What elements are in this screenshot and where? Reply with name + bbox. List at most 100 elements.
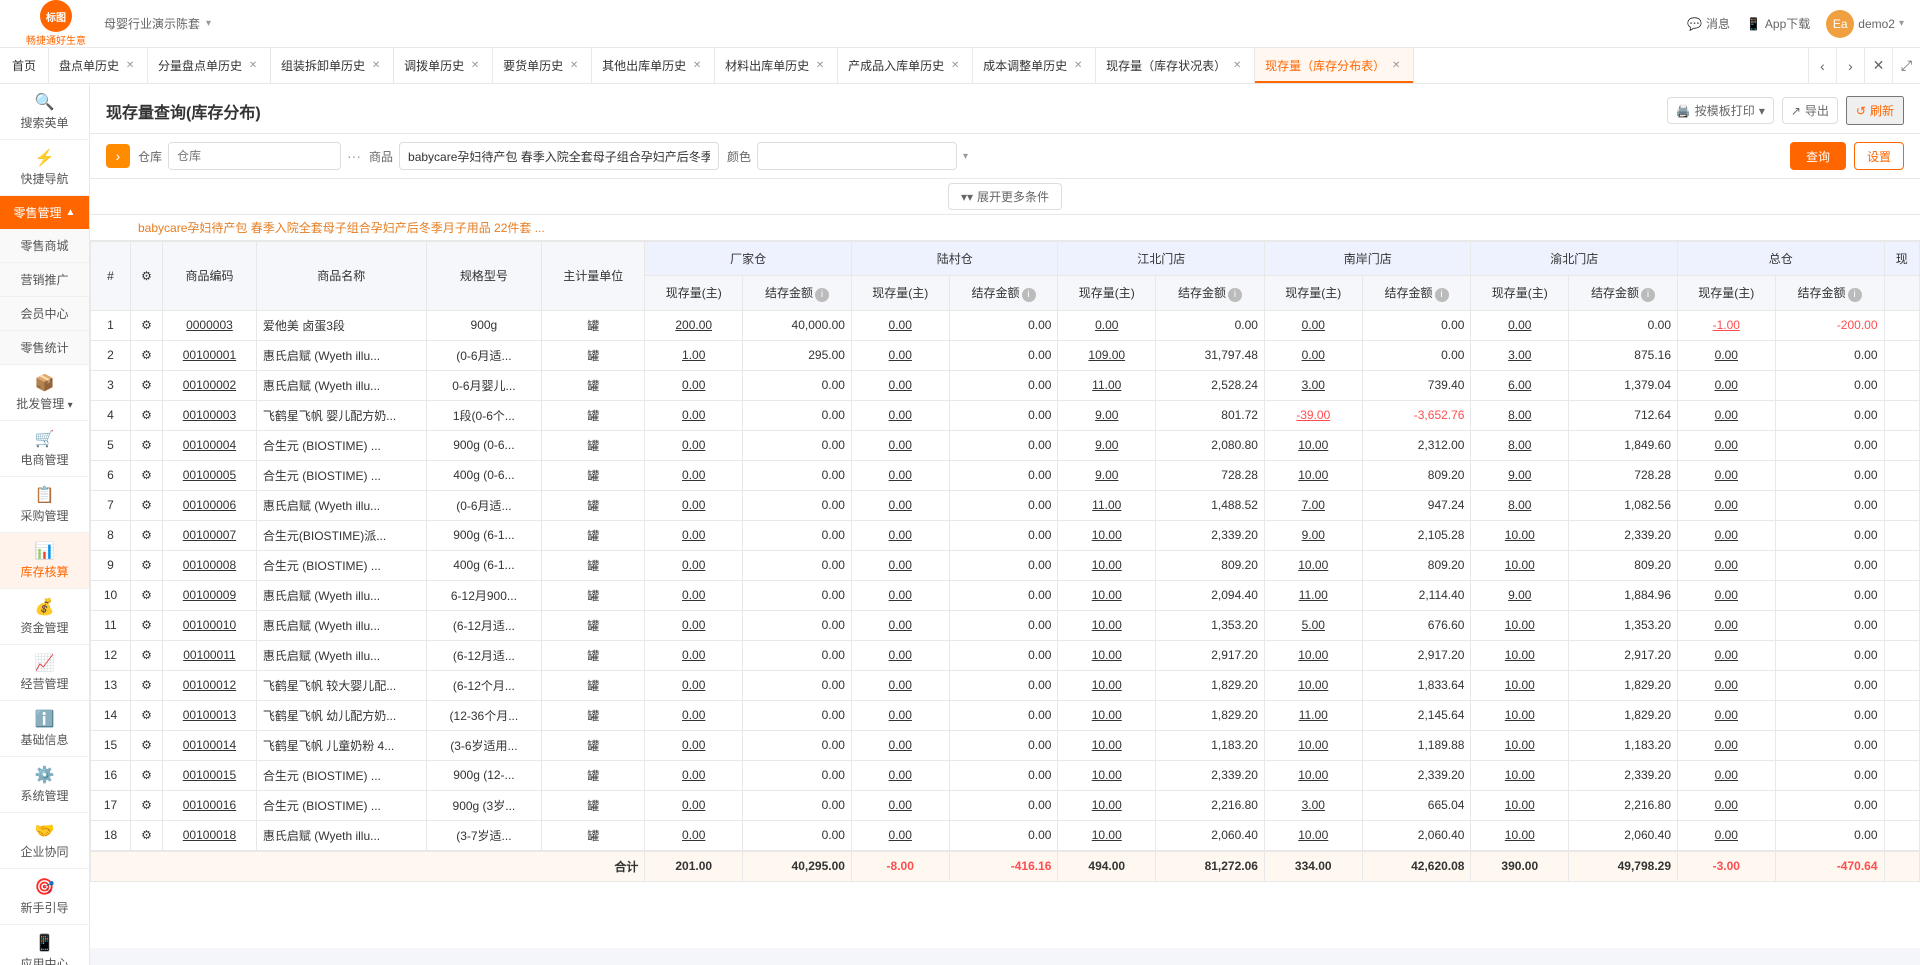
tab-xiancunliang-fenbiao[interactable]: 现存量（库存分布表） ✕ (1255, 48, 1414, 83)
cell-lucun-qty: 0.00 (851, 460, 949, 490)
tab-fenliangpandian[interactable]: 分量盘点单历史 ✕ (148, 48, 271, 83)
tab-label: 材料出库单历史 (725, 57, 809, 74)
sidebar-item-wholesale[interactable]: 📦 批发管理 ▾ (0, 365, 89, 421)
goods-input[interactable] (399, 142, 719, 170)
sidebar-item-base-info[interactable]: ℹ️ 基础信息 (0, 701, 89, 757)
sidebar-item-newguide[interactable]: 🎯 新手引导 (0, 869, 89, 925)
cell-jiangbei-qty: 10.00 (1058, 820, 1156, 851)
tab-zuzhuangchaijie[interactable]: 组装拆卸单历史 ✕ (271, 48, 394, 83)
cell-extra (1884, 820, 1919, 851)
sidebar-item-finance[interactable]: 💰 资金管理 (0, 589, 89, 645)
sidebar-item-ecommerce[interactable]: 🛒 电商管理 (0, 421, 89, 477)
warehouse-field: 仓库 ··· (138, 142, 361, 170)
cell-factory-qty: 0.00 (645, 790, 743, 820)
table-row: 13 ⚙ 00100012 飞鹤星飞帆 较大婴儿配... (6-12个月... … (91, 670, 1920, 700)
tab-yaohuo[interactable]: 要货单历史 ✕ (493, 48, 592, 83)
cell-factory-amt: 0.00 (743, 730, 852, 760)
sidebar-item-marketing[interactable]: 营销推广 (0, 263, 89, 297)
cell-lucun-amt: 0.00 (949, 400, 1058, 430)
close-icon[interactable]: ✕ (246, 59, 260, 73)
tab-chanchenpin[interactable]: 产成品入库单历史 ✕ (838, 48, 973, 83)
info-icon[interactable]: i (1641, 288, 1655, 302)
table-row: 6 ⚙ 00100005 合生元 (BIOSTIME) ... 400g (0-… (91, 460, 1920, 490)
tab-qitachuku[interactable]: 其他出库单历史 ✕ (592, 48, 715, 83)
refresh-btn[interactable]: ↺ 刷新 (1846, 96, 1904, 125)
cell-lucun-amt: 0.00 (949, 700, 1058, 730)
cell-gear: ⚙ (131, 430, 163, 460)
cell-spec: (3-6岁适用... (426, 730, 542, 760)
cell-total-qty: 0.00 (1678, 460, 1776, 490)
sidebar-label: 零售统计 (20, 341, 68, 355)
info-icon[interactable]: i (1022, 288, 1036, 302)
setting-btn[interactable]: 设置 (1854, 142, 1904, 170)
tab-close-all-btn[interactable]: ✕ (1864, 48, 1892, 84)
tab-pandian[interactable]: 盘点单历史 ✕ (49, 48, 148, 83)
close-icon[interactable]: ✕ (813, 59, 827, 73)
close-icon[interactable]: ✕ (1071, 59, 1085, 73)
cell-yubei-amt: 1,082.56 (1569, 490, 1678, 520)
app-download-btn[interactable]: 📱 App下载 (1746, 15, 1810, 32)
user-menu[interactable]: Ea demo2 ▾ (1826, 10, 1904, 38)
close-icon[interactable]: ✕ (567, 59, 581, 73)
tab-chengbentiaozhen[interactable]: 成本调整单历史 ✕ (973, 48, 1096, 83)
tab-expand-btn[interactable]: ⤢ (1892, 48, 1920, 84)
sidebar-item-search[interactable]: 🔍 搜索英单 (0, 84, 89, 140)
cell-total-amt: 0.00 (1775, 520, 1884, 550)
gear-icon: ⚙️ (4, 765, 85, 785)
tab-liaochuku[interactable]: 材料出库单历史 ✕ (715, 48, 838, 83)
nav-tabs: 首页 盘点单历史 ✕ 分量盘点单历史 ✕ 组装拆卸单历史 ✕ 调拨单历史 ✕ 要… (0, 48, 1920, 84)
table-row: 15 ⚙ 00100014 飞鹤星飞帆 儿童奶粉 4... (3-6岁适用...… (91, 730, 1920, 760)
close-icon[interactable]: ✕ (369, 59, 383, 73)
cell-nanan-qty: -39.00 (1264, 400, 1362, 430)
cell-yubei-amt: 1,183.20 (1569, 730, 1678, 760)
sidebar-item-retail-stats[interactable]: 零售统计 (0, 331, 89, 365)
tab-diaobodan[interactable]: 调拨单历史 ✕ (394, 48, 493, 83)
close-icon[interactable]: ✕ (468, 59, 482, 73)
sidebar-item-appcenter[interactable]: 📱 应用中心 (0, 925, 89, 965)
info-icon[interactable]: i (1435, 288, 1449, 302)
sidebar-item-retail-group[interactable]: 零售管理 ▲ (0, 196, 89, 229)
tab-xiancunliang-kuangkuang[interactable]: 现存量（库存状况表） ✕ (1096, 48, 1255, 83)
cell-nanan-qty: 10.00 (1264, 550, 1362, 580)
sidebar-item-mall[interactable]: 零售商城 (0, 229, 89, 263)
close-icon[interactable]: ✕ (123, 59, 137, 73)
close-icon[interactable]: ✕ (948, 59, 962, 73)
color-input[interactable] (757, 142, 957, 170)
industry-selector[interactable]: 母婴行业演示陈套 ▾ (104, 15, 211, 32)
close-icon[interactable]: ✕ (1389, 59, 1403, 73)
cell-nanan-amt: 947.24 (1362, 490, 1471, 520)
cell-code: 00100003 (163, 400, 257, 430)
print-btn[interactable]: 🖨️ 按模板打印 ▾ (1667, 97, 1774, 124)
sidebar-item-system[interactable]: ⚙️ 系统管理 (0, 757, 89, 813)
warehouse-ellipsis[interactable]: ··· (347, 148, 361, 164)
cell-total-qty: 0.00 (1678, 760, 1776, 790)
export-btn[interactable]: ↗ 导出 (1782, 97, 1838, 124)
cell-spec: 900g (0-6... (426, 430, 542, 460)
expand-arrow-btn[interactable]: › (106, 144, 130, 168)
tab-home[interactable]: 首页 (0, 48, 49, 83)
cell-unit: 罐 (542, 610, 645, 640)
query-btn[interactable]: 查询 (1790, 142, 1846, 170)
th-total-amt: 结存金额i (1775, 276, 1884, 311)
sidebar-item-members[interactable]: 会员中心 (0, 297, 89, 331)
close-icon[interactable]: ✕ (1230, 59, 1244, 73)
sidebar-item-quicknav[interactable]: ⚡ 快捷导航 (0, 140, 89, 196)
message-btn[interactable]: 💬 消息 (1687, 15, 1730, 32)
logo-area: 标图 畅捷通好生意 (16, 0, 96, 47)
cell-spec: (0-6月适... (426, 490, 542, 520)
cell-nanan-amt: 1,189.88 (1362, 730, 1471, 760)
warehouse-input[interactable] (168, 142, 341, 170)
info-icon[interactable]: i (1228, 288, 1242, 302)
info-icon[interactable]: i (815, 288, 829, 302)
th-jiangbei-qty: 现存量(主) (1058, 276, 1156, 311)
expand-conditions-btn[interactable]: ▾▾ 展开更多条件 (948, 183, 1062, 210)
close-icon[interactable]: ✕ (690, 59, 704, 73)
sidebar-item-purchase[interactable]: 📋 采购管理 (0, 477, 89, 533)
tab-next-btn[interactable]: › (1836, 48, 1864, 84)
sidebar-item-business[interactable]: 📈 经营管理 (0, 645, 89, 701)
info-icon[interactable]: i (1848, 288, 1862, 302)
tab-prev-btn[interactable]: ‹ (1808, 48, 1836, 84)
cell-jiangbei-qty: 10.00 (1058, 730, 1156, 760)
sidebar-item-collab[interactable]: 🤝 企业协同 (0, 813, 89, 869)
sidebar-item-inventory[interactable]: 📊 库存核算 (0, 533, 89, 589)
